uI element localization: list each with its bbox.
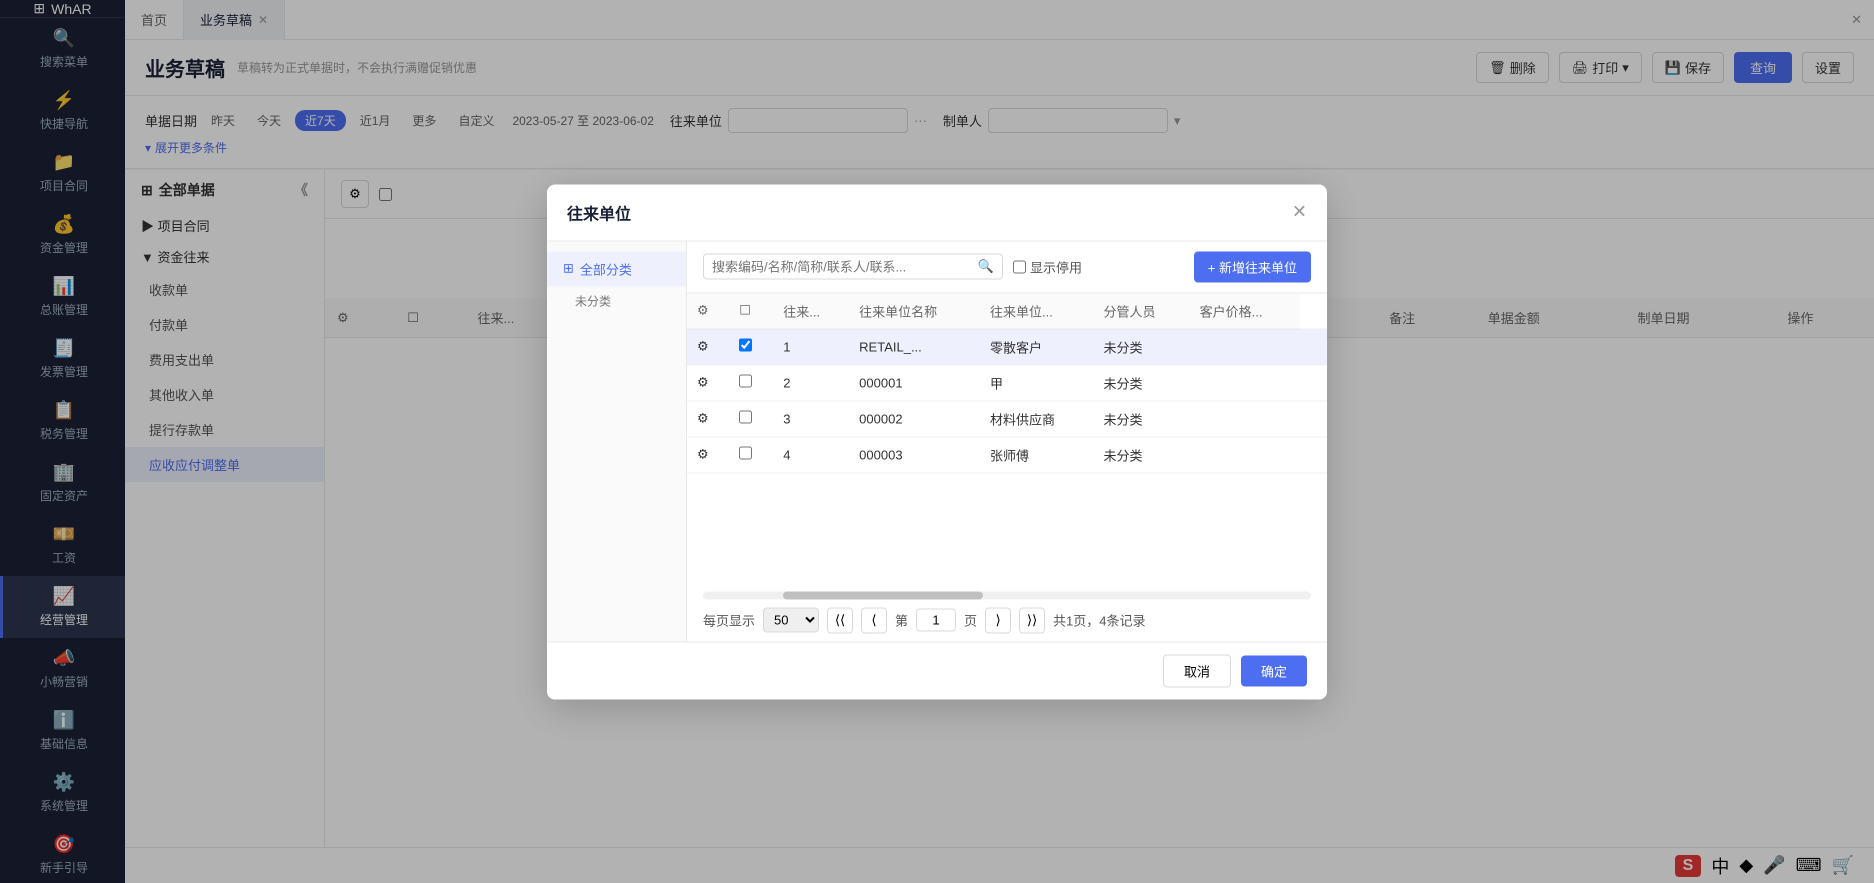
dialog-col-code: 往来...: [773, 293, 849, 329]
dialog-main-toolbar: 🔍 显示停用 + 新增往来单位: [687, 241, 1327, 293]
dialog-sidebar: ⊞ 全部分类 未分类: [547, 241, 687, 641]
dialog-scrollbar-track: [703, 591, 1311, 599]
first-page-btn[interactable]: ⟨⟨: [827, 607, 853, 633]
row-settings-cell: ⚙: [687, 401, 729, 437]
dialog-col-price: 客户价格...: [1190, 293, 1301, 329]
row-category-cell: 未分类: [1094, 365, 1190, 401]
dialog-col-settings: ⚙: [687, 293, 729, 329]
row-checkbox[interactable]: [739, 339, 752, 352]
row-name-cell: 材料供应商: [980, 401, 1093, 437]
row-price-cell: [1300, 329, 1327, 365]
row-num-cell: 1: [773, 329, 849, 365]
dialog-col-manager: 分管人员: [1094, 293, 1190, 329]
row-checkbox[interactable]: [739, 411, 752, 424]
dialog-close-icon[interactable]: ✕: [1292, 202, 1307, 223]
row-price-cell: [1300, 437, 1327, 473]
page-input[interactable]: [916, 609, 956, 632]
add-partner-label: + 新增往来单位: [1208, 257, 1297, 276]
row-name-cell: 甲: [980, 365, 1093, 401]
prev-page-btn[interactable]: ⟨: [861, 607, 887, 633]
row-checkbox-cell[interactable]: [729, 401, 773, 437]
row-category-cell: 未分类: [1094, 401, 1190, 437]
row-category-cell: 未分类: [1094, 437, 1190, 473]
show-disabled-text: 显示停用: [1030, 257, 1082, 276]
dialog-actions: 取消 确定: [547, 641, 1327, 699]
show-disabled-label[interactable]: 显示停用: [1013, 257, 1082, 276]
row-code-cell: RETAIL_...: [849, 329, 980, 365]
total-info: 共1页，4条记录: [1053, 611, 1145, 630]
dialog-col-category: 往来单位...: [980, 293, 1093, 329]
row-num-cell: 3: [773, 401, 849, 437]
dialog-table-row[interactable]: ⚙ 2 000001 甲 未分类: [687, 365, 1327, 401]
dialog-pagination: 每页显示 50 100 ⟨⟨ ⟨ 第 页 ⟩ ⟩⟩ 共1页，4条记录: [687, 599, 1327, 641]
next-page-btn[interactable]: ⟩: [985, 607, 1011, 633]
row-code-cell: 000003: [849, 437, 980, 473]
grid-icon-small: ⊞: [563, 261, 574, 277]
row-code-cell: 000001: [849, 365, 980, 401]
row-settings-cell: ⚙: [687, 437, 729, 473]
dialog-sidebar-all-label: 全部分类: [580, 259, 632, 278]
row-price-cell: [1300, 365, 1327, 401]
dialog-search-wrap: 🔍: [703, 254, 1003, 280]
row-checkbox-cell[interactable]: [729, 437, 773, 473]
row-settings-cell: ⚙: [687, 329, 729, 365]
dialog-table-wrap: ⚙ ☐ 往来... 往来单位名称 往来单位... 分管人员 客户价格... ⚙ …: [687, 293, 1327, 591]
confirm-button[interactable]: 确定: [1241, 655, 1307, 686]
dialog-table: ⚙ ☐ 往来... 往来单位名称 往来单位... 分管人员 客户价格... ⚙ …: [687, 293, 1327, 473]
cancel-button[interactable]: 取消: [1163, 654, 1231, 687]
row-settings-cell: ⚙: [687, 365, 729, 401]
row-name-cell: 零散客户: [980, 329, 1093, 365]
dialog-table-row[interactable]: ⚙ 4 000003 张师傅 未分类: [687, 437, 1327, 473]
dialog-search-input[interactable]: [712, 259, 978, 274]
show-disabled-checkbox[interactable]: [1013, 260, 1026, 273]
page-label: 第: [895, 611, 908, 630]
partner-dialog: 往来单位 ✕ ⊞ 全部分类 未分类 🔍 显示停用: [547, 184, 1327, 699]
per-page-label: 每页显示: [703, 611, 755, 630]
row-name-cell: 张师傅: [980, 437, 1093, 473]
row-manager-cell: [1190, 329, 1301, 365]
dialog-col-name: 往来单位名称: [849, 293, 980, 329]
per-page-select[interactable]: 50 100: [763, 608, 819, 633]
row-checkbox[interactable]: [739, 447, 752, 460]
dialog-main: 🔍 显示停用 + 新增往来单位 ⚙ ☐ 往来...: [687, 241, 1327, 641]
row-manager-cell: [1190, 365, 1301, 401]
last-page-btn[interactable]: ⟩⟩: [1019, 607, 1045, 633]
search-icon: 🔍: [978, 259, 994, 275]
dialog-sidebar-all[interactable]: ⊞ 全部分类: [547, 251, 686, 286]
dialog-col-checkbox: ☐: [729, 293, 773, 329]
dialog-body: ⊞ 全部分类 未分类 🔍 显示停用 + 新增往来单位: [547, 241, 1327, 641]
row-num-cell: 4: [773, 437, 849, 473]
row-num-cell: 2: [773, 365, 849, 401]
dialog-table-row[interactable]: ⚙ 3 000002 材料供应商 未分类: [687, 401, 1327, 437]
dialog-title: 往来单位: [567, 200, 631, 224]
row-category-cell: 未分类: [1094, 329, 1190, 365]
row-manager-cell: [1190, 437, 1301, 473]
dialog-header: 往来单位 ✕: [547, 184, 1327, 241]
page-unit: 页: [964, 611, 977, 630]
add-partner-button[interactable]: + 新增往来单位: [1194, 251, 1311, 282]
row-checkbox-cell[interactable]: [729, 365, 773, 401]
dialog-table-row[interactable]: ⚙ 1 RETAIL_... 零散客户 未分类: [687, 329, 1327, 365]
row-code-cell: 000002: [849, 401, 980, 437]
row-checkbox[interactable]: [739, 375, 752, 388]
row-manager-cell: [1190, 401, 1301, 437]
row-price-cell: [1300, 401, 1327, 437]
row-checkbox-cell[interactable]: [729, 329, 773, 365]
dialog-scrollbar-thumb[interactable]: [783, 591, 983, 599]
dialog-sidebar-uncategorized[interactable]: 未分类: [547, 286, 686, 315]
